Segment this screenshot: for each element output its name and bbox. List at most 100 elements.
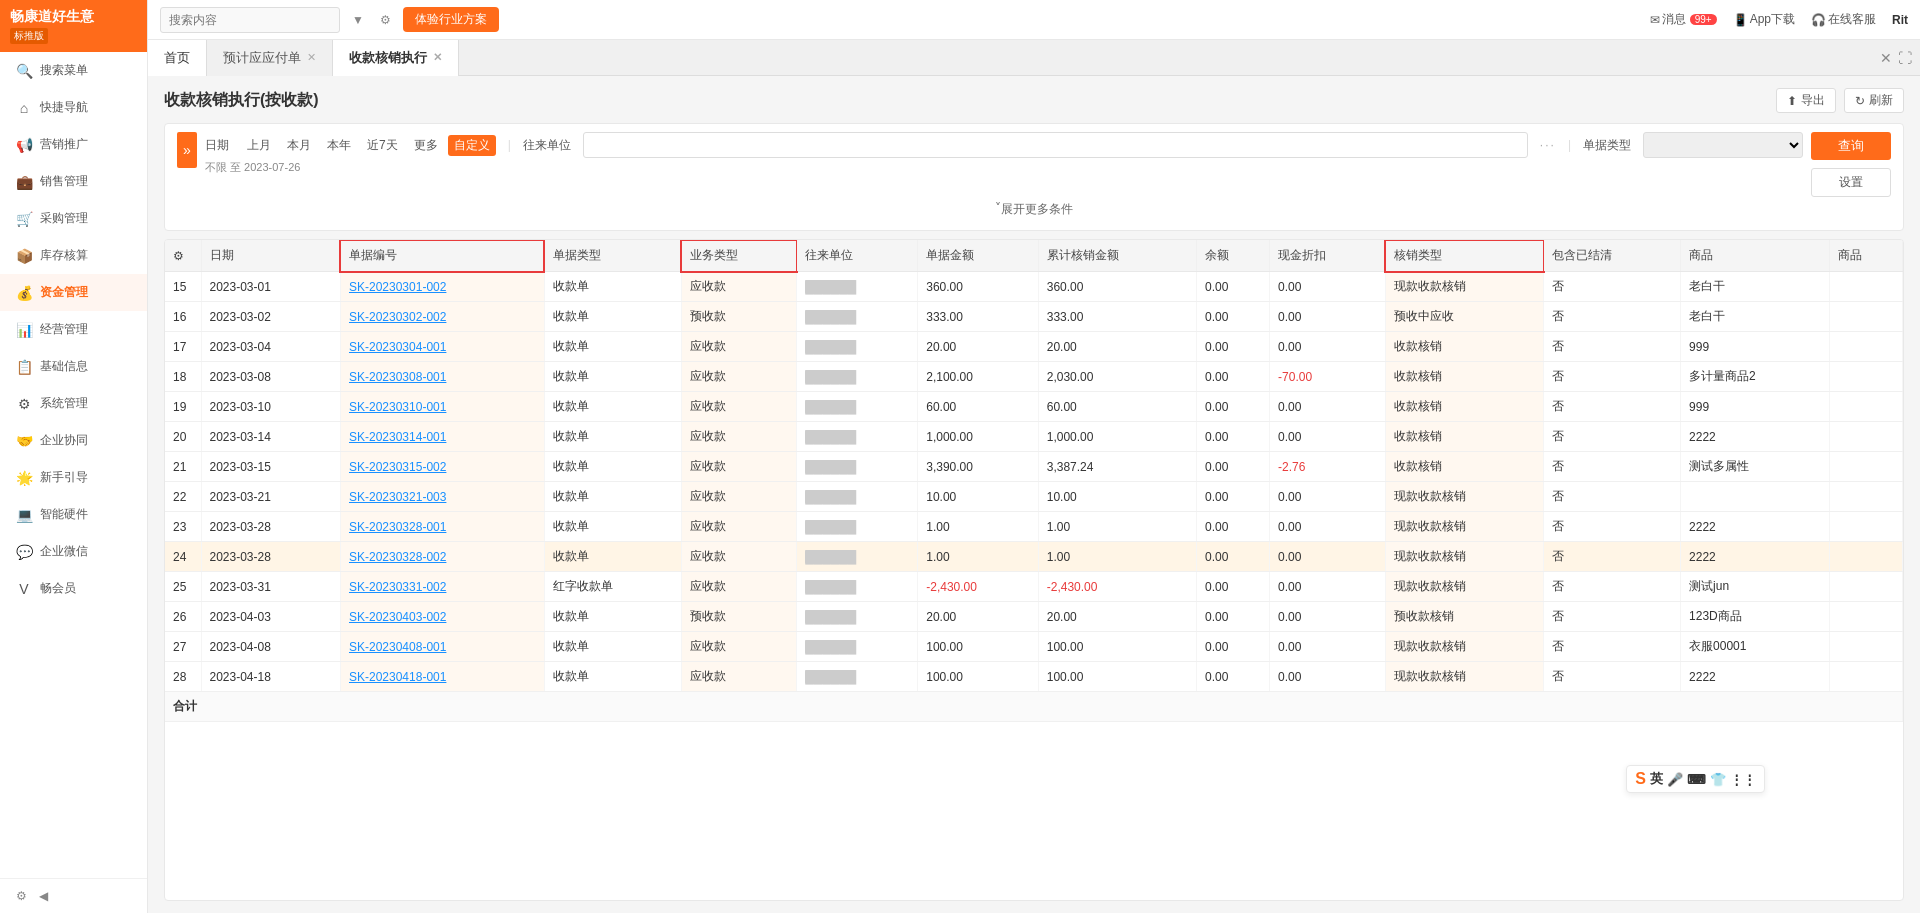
sidebar-item-system[interactable]: ⚙ 系统管理 <box>0 385 147 422</box>
th-product[interactable]: 商品 <box>1681 240 1830 272</box>
table-row[interactable]: 24 2023-03-28 SK-20230328-002 收款单 应收款 ██… <box>165 542 1903 572</box>
topbar-settings-icon[interactable]: ⚙ <box>376 9 395 31</box>
doc-no-link[interactable]: SK-20230310-001 <box>349 400 446 414</box>
headset-icon: 🎧 <box>1811 13 1826 27</box>
table-row[interactable]: 25 2023-03-31 SK-20230331-002 红字收款单 应收款 … <box>165 572 1903 602</box>
tabs-actions: ✕ ⛶ <box>1880 50 1920 66</box>
sidebar-item-marketing[interactable]: 📢 营销推广 <box>0 126 147 163</box>
doc-no-link[interactable]: SK-20230321-003 <box>349 490 446 504</box>
date-btn-last-month[interactable]: 上月 <box>241 135 277 156</box>
doc-no-link[interactable]: SK-20230408-001 <box>349 640 446 654</box>
sidebar-item-basic[interactable]: 📋 基础信息 <box>0 348 147 385</box>
cell-accum-amount: 20.00 <box>1038 332 1196 362</box>
app-download-item[interactable]: 📱 App下载 <box>1733 11 1795 28</box>
keyboard-icon[interactable]: ⌨ <box>1687 772 1706 787</box>
tab-close-all-icon[interactable]: ✕ <box>1880 50 1892 66</box>
query-button[interactable]: 查询 <box>1811 132 1891 160</box>
sidebar-item-nav[interactable]: ⌂ 快捷导航 <box>0 89 147 126</box>
sidebar-item-search[interactable]: 🔍 搜索菜单 <box>0 52 147 89</box>
sidebar-item-enterprise[interactable]: 🤝 企业协同 <box>0 422 147 459</box>
cell-date: 2023-04-03 <box>201 602 340 632</box>
th-accum-amount[interactable]: 累计核销金额 <box>1038 240 1196 272</box>
th-date[interactable]: 日期 <box>201 240 340 272</box>
date-btn-this-month[interactable]: 本月 <box>281 135 317 156</box>
message-item[interactable]: ✉ 消息 99+ <box>1650 11 1717 28</box>
doc-no-link[interactable]: SK-20230331-002 <box>349 580 446 594</box>
cell-cash-discount: 0.00 <box>1270 272 1386 302</box>
date-btn-custom[interactable]: 自定义 <box>448 135 496 156</box>
sidebar-item-wechat[interactable]: 💬 企业微信 <box>0 533 147 570</box>
th-partner[interactable]: 往来单位 <box>797 240 918 272</box>
date-btn-more[interactable]: 更多 <box>408 135 444 156</box>
dropdown-icon[interactable]: ▼ <box>348 9 368 31</box>
mic-icon[interactable]: 🎤 <box>1667 772 1683 787</box>
table-row[interactable]: 19 2023-03-10 SK-20230310-001 收款单 应收款 ██… <box>165 392 1903 422</box>
shirt-icon[interactable]: 👕 <box>1710 772 1726 787</box>
filter-collapse-btn[interactable]: » <box>177 132 197 168</box>
sidebar-item-finance[interactable]: 💰 资金管理 <box>0 274 147 311</box>
tab-home[interactable]: 首页 <box>148 40 207 76</box>
cell-doc-type: 收款单 <box>544 662 681 692</box>
th-biz-type[interactable]: 业务类型 <box>681 240 797 272</box>
table-row[interactable]: 17 2023-03-04 SK-20230304-001 收款单 应收款 ██… <box>165 332 1903 362</box>
search-input[interactable] <box>160 7 340 33</box>
doc-no-link[interactable]: SK-20230328-002 <box>349 550 446 564</box>
th-include-settled[interactable]: 包含已结清 <box>1544 240 1681 272</box>
th-verify-type[interactable]: 核销类型 <box>1385 240 1543 272</box>
receipt-type-select[interactable] <box>1643 132 1803 158</box>
th-doc-no[interactable]: 单据编号 <box>340 240 544 272</box>
table-row[interactable]: 23 2023-03-28 SK-20230328-001 收款单 应收款 ██… <box>165 512 1903 542</box>
th-doc-type[interactable]: 单据类型 <box>544 240 681 272</box>
tab-receipt-exec[interactable]: 收款核销执行 ✕ <box>333 40 459 76</box>
online-service-item[interactable]: 🎧 在线客服 <box>1811 11 1876 28</box>
table-row[interactable]: 21 2023-03-15 SK-20230315-002 收款单 应收款 ██… <box>165 452 1903 482</box>
tab-bar: 首页 预计应应付单 ✕ 收款核销执行 ✕ ✕ ⛶ <box>148 40 1920 76</box>
table-row[interactable]: 15 2023-03-01 SK-20230301-002 收款单 应收款 ██… <box>165 272 1903 302</box>
table-row[interactable]: 16 2023-03-02 SK-20230302-002 收款单 预收款 ██… <box>165 302 1903 332</box>
th-cash-discount[interactable]: 现金折扣 <box>1270 240 1386 272</box>
date-btn-this-year[interactable]: 本年 <box>321 135 357 156</box>
date-btn-7days[interactable]: 近7天 <box>361 135 404 156</box>
settings-icon[interactable]: ⚙ <box>16 889 27 903</box>
doc-no-link[interactable]: SK-20230302-002 <box>349 310 446 324</box>
doc-no-link[interactable]: SK-20230315-002 <box>349 460 446 474</box>
tab-receivable-close[interactable]: ✕ <box>307 51 316 64</box>
doc-no-link[interactable]: SK-20230403-002 <box>349 610 446 624</box>
table-row[interactable]: 20 2023-03-14 SK-20230314-001 收款单 应收款 ██… <box>165 422 1903 452</box>
table-row[interactable]: 28 2023-04-18 SK-20230418-001 收款单 应收款 ██… <box>165 662 1903 692</box>
solution-button[interactable]: 体验行业方案 <box>403 7 499 32</box>
export-button[interactable]: ⬆ 导出 <box>1776 88 1836 113</box>
doc-no-link[interactable]: SK-20230304-001 <box>349 340 446 354</box>
sidebar-item-inventory[interactable]: 📦 库存核算 <box>0 237 147 274</box>
table-row[interactable]: 26 2023-04-03 SK-20230403-002 收款单 预收款 ██… <box>165 602 1903 632</box>
sidebar-item-guide[interactable]: 🌟 新手引导 <box>0 459 147 496</box>
sidebar-item-business[interactable]: 📊 经营管理 <box>0 311 147 348</box>
tab-receipt-exec-close[interactable]: ✕ <box>433 51 442 64</box>
cell-partner: ██████ <box>797 482 918 512</box>
table-row[interactable]: 27 2023-04-08 SK-20230408-001 收款单 应收款 ██… <box>165 632 1903 662</box>
user-name[interactable]: Rit <box>1892 13 1908 27</box>
th-doc-amount[interactable]: 单据金额 <box>918 240 1038 272</box>
sidebar-item-purchase[interactable]: 🛒 采购管理 <box>0 200 147 237</box>
grid-icon[interactable]: ⋮⋮ <box>1730 772 1756 787</box>
settings-button[interactable]: 设置 <box>1811 168 1891 197</box>
th-product2[interactable]: 商品 <box>1829 240 1902 272</box>
doc-no-link[interactable]: SK-20230301-002 <box>349 280 446 294</box>
partner-input[interactable] <box>583 132 1528 158</box>
doc-no-link[interactable]: SK-20230314-001 <box>349 430 446 444</box>
cell-verify-type: 收款核销 <box>1385 362 1543 392</box>
doc-no-link[interactable]: SK-20230308-001 <box>349 370 446 384</box>
table-row[interactable]: 22 2023-03-21 SK-20230321-003 收款单 应收款 ██… <box>165 482 1903 512</box>
tab-receivable[interactable]: 预计应应付单 ✕ <box>207 40 333 76</box>
sidebar-item-hardware[interactable]: 💻 智能硬件 <box>0 496 147 533</box>
sidebar-item-member[interactable]: V 畅会员 <box>0 570 147 607</box>
expand-row[interactable]: ˅ 展开更多条件 <box>177 197 1891 222</box>
doc-no-link[interactable]: SK-20230418-001 <box>349 670 446 684</box>
tab-expand-icon[interactable]: ⛶ <box>1898 50 1912 66</box>
collapse-icon[interactable]: ◀ <box>39 889 48 903</box>
sidebar-item-sales[interactable]: 💼 销售管理 <box>0 163 147 200</box>
refresh-button[interactable]: ↻ 刷新 <box>1844 88 1904 113</box>
table-row[interactable]: 18 2023-03-08 SK-20230308-001 收款单 应收款 ██… <box>165 362 1903 392</box>
doc-no-link[interactable]: SK-20230328-001 <box>349 520 446 534</box>
th-balance[interactable]: 余额 <box>1197 240 1270 272</box>
